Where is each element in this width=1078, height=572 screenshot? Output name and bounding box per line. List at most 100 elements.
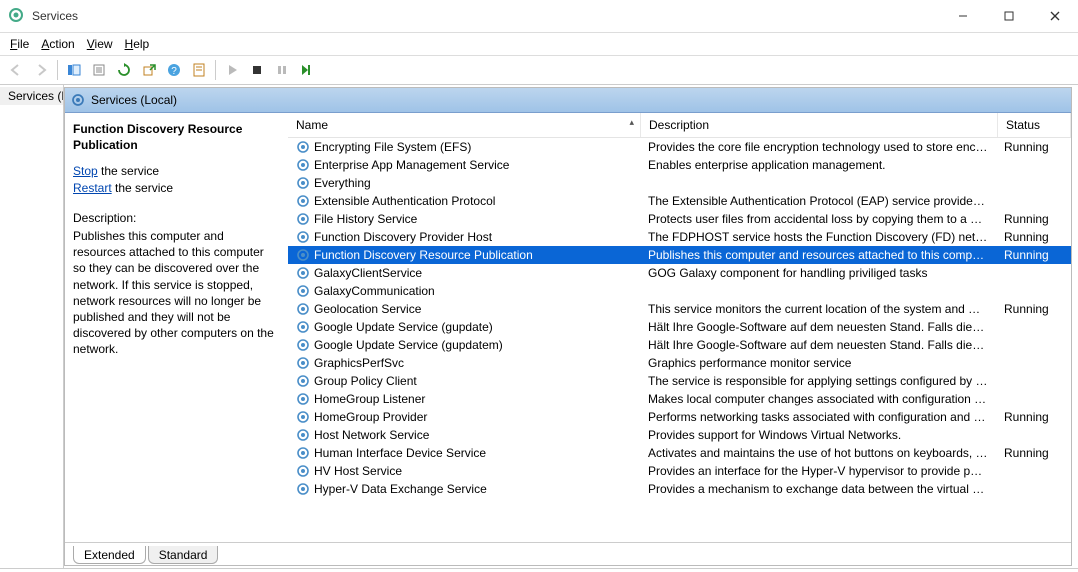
service-status: Running <box>996 410 1068 424</box>
tree-pane[interactable]: Services (Loca <box>0 85 64 568</box>
tree-item-services-local[interactable]: Services (Loca <box>0 87 63 105</box>
forward-button[interactable] <box>29 58 53 82</box>
service-row[interactable]: Host Network ServiceProvides support for… <box>288 426 1071 444</box>
column-header-description[interactable]: Description <box>641 113 998 137</box>
service-status: Running <box>996 212 1068 226</box>
stop-link[interactable]: Stop <box>73 164 98 178</box>
toolbar: ? <box>0 56 1078 85</box>
tab-extended[interactable]: Extended <box>73 546 146 564</box>
right-area: Services (Local) Function Discovery Reso… <box>64 87 1072 566</box>
menu-help[interactable]: Help <box>119 35 156 53</box>
service-row[interactable]: HV Host ServiceProvides an interface for… <box>288 462 1071 480</box>
tab-standard[interactable]: Standard <box>148 546 219 564</box>
service-description: Performs networking tasks associated wit… <box>640 410 996 424</box>
titlebar: Services <box>0 0 1078 33</box>
service-description: Publishes this computer and resources at… <box>640 248 996 262</box>
restart-suffix: the service <box>112 181 173 195</box>
window-title: Services <box>32 9 78 23</box>
service-row[interactable]: GalaxyClientService GOG Galaxy component … <box>288 264 1071 282</box>
description-text: Publishes this computer and resources at… <box>73 228 279 358</box>
service-name: Group Policy Client <box>314 374 417 388</box>
service-name: GalaxyClientService <box>314 266 422 280</box>
service-row[interactable]: GraphicsPerfSvcGraphics performance moni… <box>288 354 1071 372</box>
column-header-name[interactable]: Name ▴ <box>288 113 641 137</box>
service-description: Makes local computer changes associated … <box>640 392 996 406</box>
service-row[interactable]: Encrypting File System (EFS)Provides the… <box>288 138 1071 156</box>
tree-item-label: Services (Loca <box>8 89 64 103</box>
service-description: Hält Ihre Google-Software auf dem neuest… <box>640 338 996 352</box>
service-row[interactable]: Geolocation Service This service monitors… <box>288 300 1071 318</box>
service-name: GraphicsPerfSvc <box>314 356 404 370</box>
start-service-button[interactable] <box>220 58 244 82</box>
gear-icon <box>296 248 310 262</box>
export-button[interactable] <box>137 58 161 82</box>
maximize-button[interactable] <box>986 0 1032 32</box>
service-name: Extensible Authentication Protocol <box>314 194 495 208</box>
service-name: Geolocation Service <box>314 302 421 316</box>
column-header-status[interactable]: Status <box>998 113 1071 137</box>
service-row[interactable]: Enterprise App Management ServiceEnables… <box>288 156 1071 174</box>
service-row[interactable]: Group Policy ClientThe service is respon… <box>288 372 1071 390</box>
help-button[interactable]: ? <box>162 58 186 82</box>
restart-service-button[interactable] <box>295 58 319 82</box>
service-row[interactable]: Function Discovery Provider HostThe FDPH… <box>288 228 1071 246</box>
gear-icon <box>296 176 310 190</box>
service-name: HomeGroup Listener <box>314 392 425 406</box>
service-name: GalaxyCommunication <box>314 284 435 298</box>
gear-icon <box>296 284 310 298</box>
service-description: GOG Galaxy component for handling privil… <box>640 266 996 280</box>
properties-button[interactable] <box>87 58 111 82</box>
gear-icon <box>296 266 310 280</box>
service-description: Provides support for Windows Virtual Net… <box>640 428 996 442</box>
menubar: File Action View Help <box>0 33 1078 56</box>
service-description: Protects user files from accidental loss… <box>640 212 996 226</box>
service-row[interactable]: Extensible Authentication ProtocolThe Ex… <box>288 192 1071 210</box>
service-name: Function Discovery Provider Host <box>314 230 492 244</box>
svg-text:?: ? <box>171 66 177 77</box>
services-grid: Name ▴ Description Status Encrypting Fil… <box>287 113 1071 542</box>
gear-icon <box>296 320 310 334</box>
filter-button[interactable] <box>187 58 211 82</box>
service-row[interactable]: GalaxyCommunication <box>288 282 1071 300</box>
menu-file[interactable]: File <box>4 35 35 53</box>
service-row[interactable]: Hyper-V Data Exchange ServiceProvides a … <box>288 480 1071 498</box>
service-name: Google Update Service (gupdatem) <box>314 338 503 352</box>
menu-view[interactable]: View <box>81 35 119 53</box>
service-row[interactable]: Human Interface Device ServiceActivates … <box>288 444 1071 462</box>
service-status: Running <box>996 446 1068 460</box>
service-description: Activates and maintains the use of hot b… <box>640 446 996 460</box>
stop-service-button[interactable] <box>245 58 269 82</box>
menu-action[interactable]: Action <box>35 35 80 53</box>
gear-icon <box>296 482 310 496</box>
service-description: Enables enterprise application managemen… <box>640 158 996 172</box>
gear-icon <box>296 140 310 154</box>
back-button[interactable] <box>4 58 28 82</box>
service-row[interactable]: Google Update Service (gupdate)Hält Ihre… <box>288 318 1071 336</box>
gear-icon <box>296 302 310 316</box>
service-row[interactable]: HomeGroup ProviderPerforms networking ta… <box>288 408 1071 426</box>
grid-scroll[interactable]: Encrypting File System (EFS)Provides the… <box>288 138 1071 542</box>
service-row[interactable]: File History ServiceProtects user files … <box>288 210 1071 228</box>
gear-icon <box>296 194 310 208</box>
description-pane: Function Discovery Resource Publication … <box>65 113 287 542</box>
service-description: Provides a mechanism to exchange data be… <box>640 482 996 496</box>
close-button[interactable] <box>1032 0 1078 32</box>
service-status: Running <box>996 230 1068 244</box>
pause-service-button[interactable] <box>270 58 294 82</box>
stop-suffix: the service <box>98 164 159 178</box>
service-row[interactable]: HomeGroup Listener Makes local computer c… <box>288 390 1071 408</box>
minimize-button[interactable] <box>940 0 986 32</box>
gear-icon <box>296 446 310 460</box>
restart-link[interactable]: Restart <box>73 181 112 195</box>
grid-header: Name ▴ Description Status <box>288 113 1071 138</box>
tabs: Extended Standard <box>65 542 1071 565</box>
service-row[interactable]: Google Update Service (gupdatem) Hält Ihr… <box>288 336 1071 354</box>
service-description: This service monitors the current locati… <box>640 302 996 316</box>
service-name: Google Update Service (gupdate) <box>314 320 493 334</box>
service-row[interactable]: Everything <box>288 174 1071 192</box>
gear-icon <box>296 428 310 442</box>
refresh-button[interactable] <box>112 58 136 82</box>
show-hide-tree-button[interactable] <box>62 58 86 82</box>
selected-service-title: Function Discovery Resource Publication <box>73 121 279 153</box>
service-row[interactable]: Function Discovery Resource PublicationP… <box>288 246 1071 264</box>
